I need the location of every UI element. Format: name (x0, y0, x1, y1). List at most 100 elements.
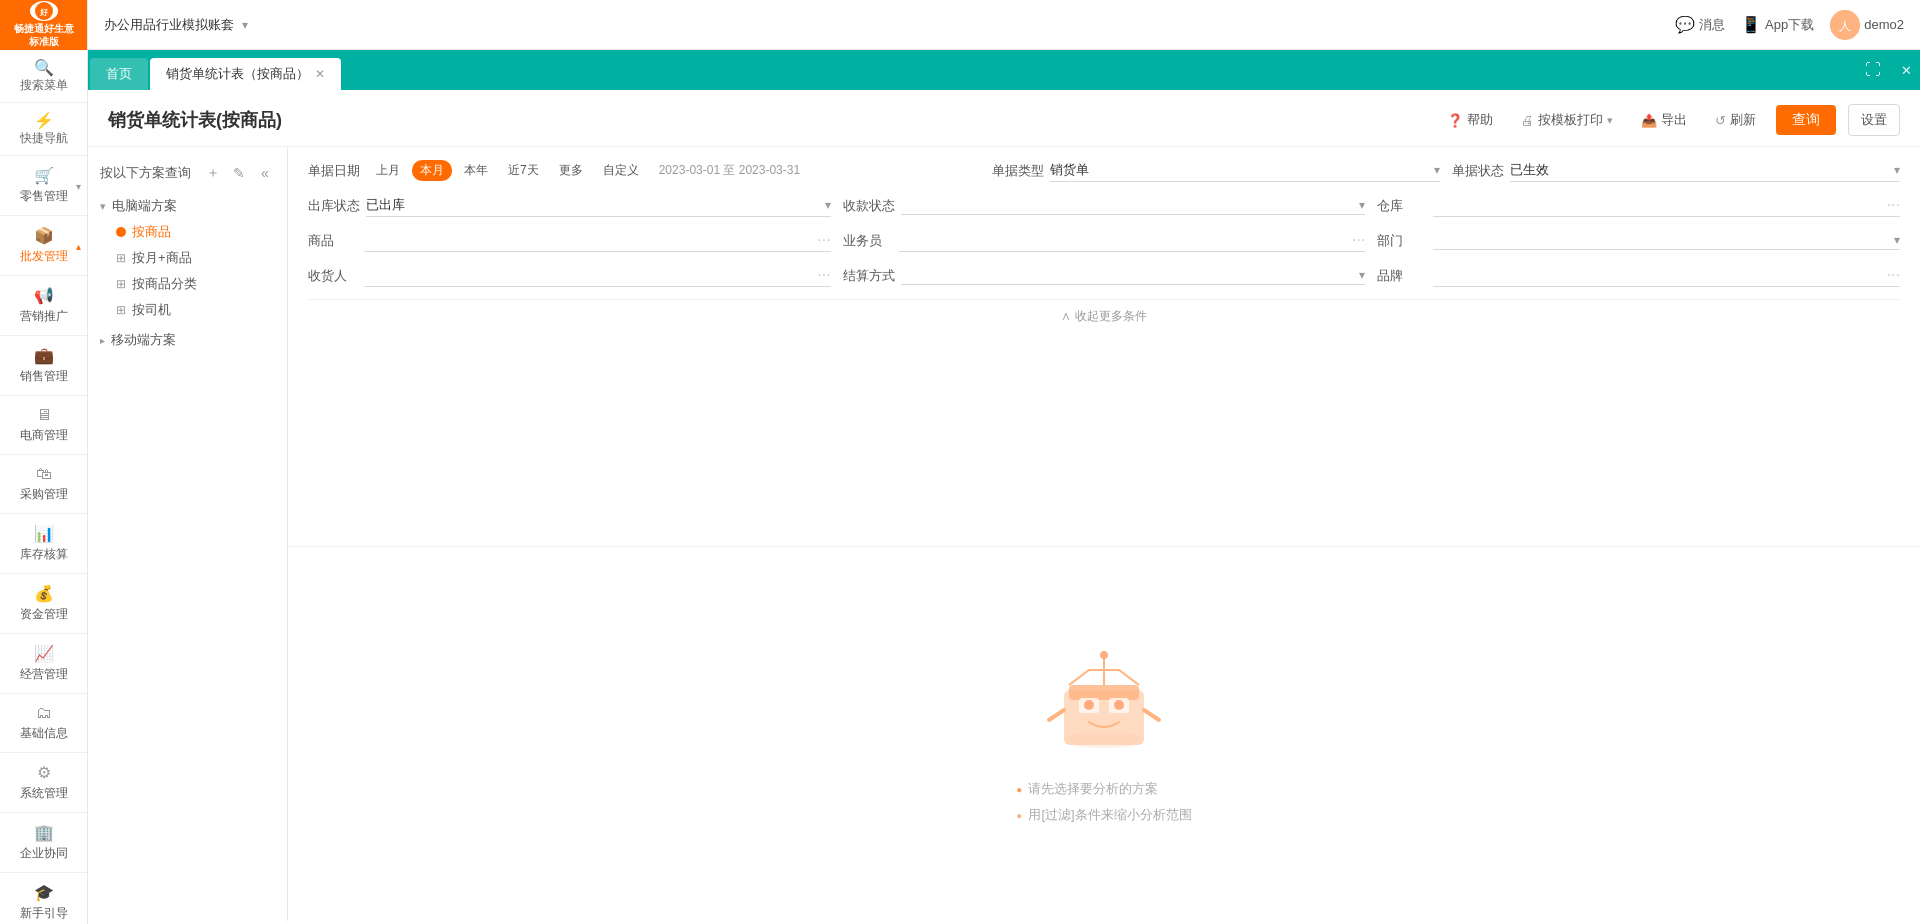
sidebar-item-label-newbie: 新手引导 (20, 905, 68, 922)
collection-status-select[interactable]: ▾ (901, 196, 1366, 215)
sidebar-item-sales[interactable]: 💼 销售管理 (0, 336, 87, 396)
payment-method-filter: 结算方式 ▾ (843, 266, 1366, 285)
app-download-action[interactable]: 📱 App下载 (1741, 15, 1814, 34)
tab-home[interactable]: 首页 (90, 58, 148, 90)
filter-row-3: 商品 ··· 业务员 ··· (308, 229, 1900, 252)
product-dots-icon[interactable]: ··· (817, 231, 830, 249)
settings-button[interactable]: 设置 (1848, 104, 1900, 136)
date-tab-this-month[interactable]: 本月 (412, 160, 452, 181)
tab-close-icon[interactable]: ✕ (315, 67, 325, 81)
edit-scheme-button[interactable]: ✎ (229, 163, 249, 183)
wholesale-arrow: ▴ (76, 240, 81, 251)
search-menu[interactable]: 🔍 搜索菜单 (0, 50, 87, 103)
department-chevron-icon: ▾ (1894, 233, 1900, 247)
quick-nav[interactable]: ⚡ 快捷导航 (0, 103, 87, 156)
help-button[interactable]: ❓ 帮助 (1439, 107, 1501, 133)
results-area: 请先选择要分析的方案 用[过滤]条件来缩小分析范围 (288, 547, 1920, 922)
date-tab-last-month[interactable]: 上月 (368, 160, 408, 181)
sidebar-item-purchase[interactable]: 🛍 采购管理 (0, 455, 87, 514)
system-icon: ⚙ (37, 763, 51, 782)
user-menu[interactable]: 人 demo2 (1830, 10, 1904, 40)
payment-method-select[interactable]: ▾ (901, 266, 1366, 285)
svg-line-13 (1144, 710, 1159, 720)
warehouse-input[interactable]: ··· (1433, 194, 1900, 217)
doc-status-filter: 单据状态 已生效 ▾ (1452, 159, 1900, 182)
sidebar-item-finance[interactable]: 💰 资金管理 (0, 574, 87, 634)
sidebar-item-basic[interactable]: 🗂 基础信息 (0, 694, 87, 753)
edit-icon: ✎ (233, 165, 245, 181)
date-filter-group: 单据日期 上月 本月 本年 近7天 更多 自定义 2023-03-01 至 20… (308, 160, 980, 181)
recipient-dots-icon[interactable]: ··· (817, 266, 830, 284)
department-select[interactable]: ▾ (1433, 231, 1900, 250)
add-scheme-button[interactable]: ＋ (203, 163, 223, 183)
sidebar-item-ecommerce[interactable]: 🖥 电商管理 (0, 396, 87, 455)
window-close-icon[interactable]: ✕ (1893, 63, 1920, 78)
department-label: 部门 (1377, 232, 1427, 250)
export-icon: 📤 (1641, 113, 1657, 128)
tree-item-pc[interactable]: ▾ 电脑端方案 (88, 193, 287, 219)
topbar: 办公用品行业模拟账套 ▾ 💬 消息 📱 App下载 人 demo2 (88, 0, 1920, 50)
by-month-product-label: 按月+商品 (132, 249, 192, 267)
print-button[interactable]: 🖨 按模板打印 ▾ (1513, 107, 1621, 133)
sidebar-item-enterprise[interactable]: 🏢 企业协同 (0, 813, 87, 873)
sidebar-item-marketing[interactable]: 📢 营销推广 (0, 276, 87, 336)
refresh-button[interactable]: ↺ 刷新 (1707, 107, 1764, 133)
salesperson-dots-icon[interactable]: ··· (1352, 231, 1365, 249)
pc-label: 电脑端方案 (112, 197, 177, 215)
username: demo2 (1864, 17, 1904, 32)
query-button[interactable]: 查询 (1776, 105, 1836, 135)
product-filter: 商品 ··· (308, 229, 831, 252)
wholesale-icon: 📦 (34, 226, 54, 245)
department-filter: 部门 ▾ (1377, 231, 1900, 250)
tab-sales-stat[interactable]: 销货单统计表（按商品） ✕ (150, 58, 341, 90)
date-filter-label: 单据日期 (308, 162, 360, 180)
svg-point-10 (1084, 700, 1094, 710)
empty-tips: 请先选择要分析的方案 用[过滤]条件来缩小分析范围 (1016, 776, 1191, 828)
message-action[interactable]: 💬 消息 (1675, 15, 1725, 34)
tree-item-by-product[interactable]: 按商品 (108, 219, 287, 245)
doc-status-select[interactable]: 已生效 ▾ (1510, 159, 1900, 182)
sidebar-item-label-purchase: 采购管理 (20, 486, 68, 503)
date-tab-this-year[interactable]: 本年 (456, 160, 496, 181)
sidebar-item-newbie[interactable]: 🎓 新手引导 (0, 873, 87, 924)
date-tab-custom[interactable]: 自定义 (595, 160, 647, 181)
date-tab-more[interactable]: 更多 (551, 160, 591, 181)
by-scanner-icon: ⊞ (116, 303, 126, 317)
warehouse-status-select[interactable]: 已出库 ▾ (366, 194, 831, 217)
by-product-label: 按商品 (132, 223, 171, 241)
sidebar-item-label-system: 系统管理 (20, 785, 68, 802)
sidebar-item-operations[interactable]: 📈 经营管理 (0, 634, 87, 694)
collapse-panel-button[interactable]: « (255, 163, 275, 183)
sales-icon: 💼 (34, 346, 54, 365)
tab-maximize-icon[interactable]: ⛶ (1853, 61, 1893, 79)
tree-item-by-month-product[interactable]: ⊞ 按月+商品 (108, 245, 287, 271)
by-category-icon: ⊞ (116, 277, 126, 291)
product-input[interactable]: ··· (364, 229, 831, 252)
tree-item-by-scanner[interactable]: ⊞ 按司机 (108, 297, 287, 323)
collapse-button[interactable]: ∧ 收起更多条件 (308, 299, 1900, 333)
recipient-input[interactable]: ··· (364, 264, 831, 287)
sidebar-item-system[interactable]: ⚙ 系统管理 (0, 753, 87, 813)
export-button[interactable]: 📤 导出 (1633, 107, 1695, 133)
date-tab-7days[interactable]: 近7天 (500, 160, 547, 181)
tree-item-mobile-label[interactable]: ▸ 移动端方案 (88, 327, 287, 353)
tab-sales-stat-label: 销货单统计表（按商品） (166, 65, 309, 83)
add-icon: ＋ (206, 164, 220, 182)
sidebar-item-wholesale[interactable]: 📦 批发管理 ▴ (0, 216, 87, 276)
doc-status-label: 单据状态 (1452, 162, 1504, 180)
brand-input[interactable]: ··· (1433, 264, 1900, 287)
warehouse-filter: 仓库 ··· (1377, 194, 1900, 217)
sidebar-item-label-marketing: 营销推广 (20, 308, 68, 325)
salesperson-input[interactable]: ··· (899, 229, 1366, 252)
export-label: 导出 (1661, 111, 1687, 129)
retail-arrow: ▾ (76, 180, 81, 191)
refresh-label: 刷新 (1730, 111, 1756, 129)
tree-item-by-category[interactable]: ⊞ 按商品分类 (108, 271, 287, 297)
brand-dots-icon[interactable]: ··· (1887, 266, 1900, 284)
app-version: 标准版 (29, 35, 59, 49)
sidebar-item-retail[interactable]: 🛒 零售管理 ▾ (0, 156, 87, 216)
warehouse-dots-icon[interactable]: ··· (1887, 196, 1900, 214)
sidebar-item-inventory[interactable]: 📊 库存核算 (0, 514, 87, 574)
industry-dropdown[interactable]: ▾ (242, 18, 248, 32)
doc-type-select[interactable]: 销货单 ▾ (1050, 159, 1440, 182)
